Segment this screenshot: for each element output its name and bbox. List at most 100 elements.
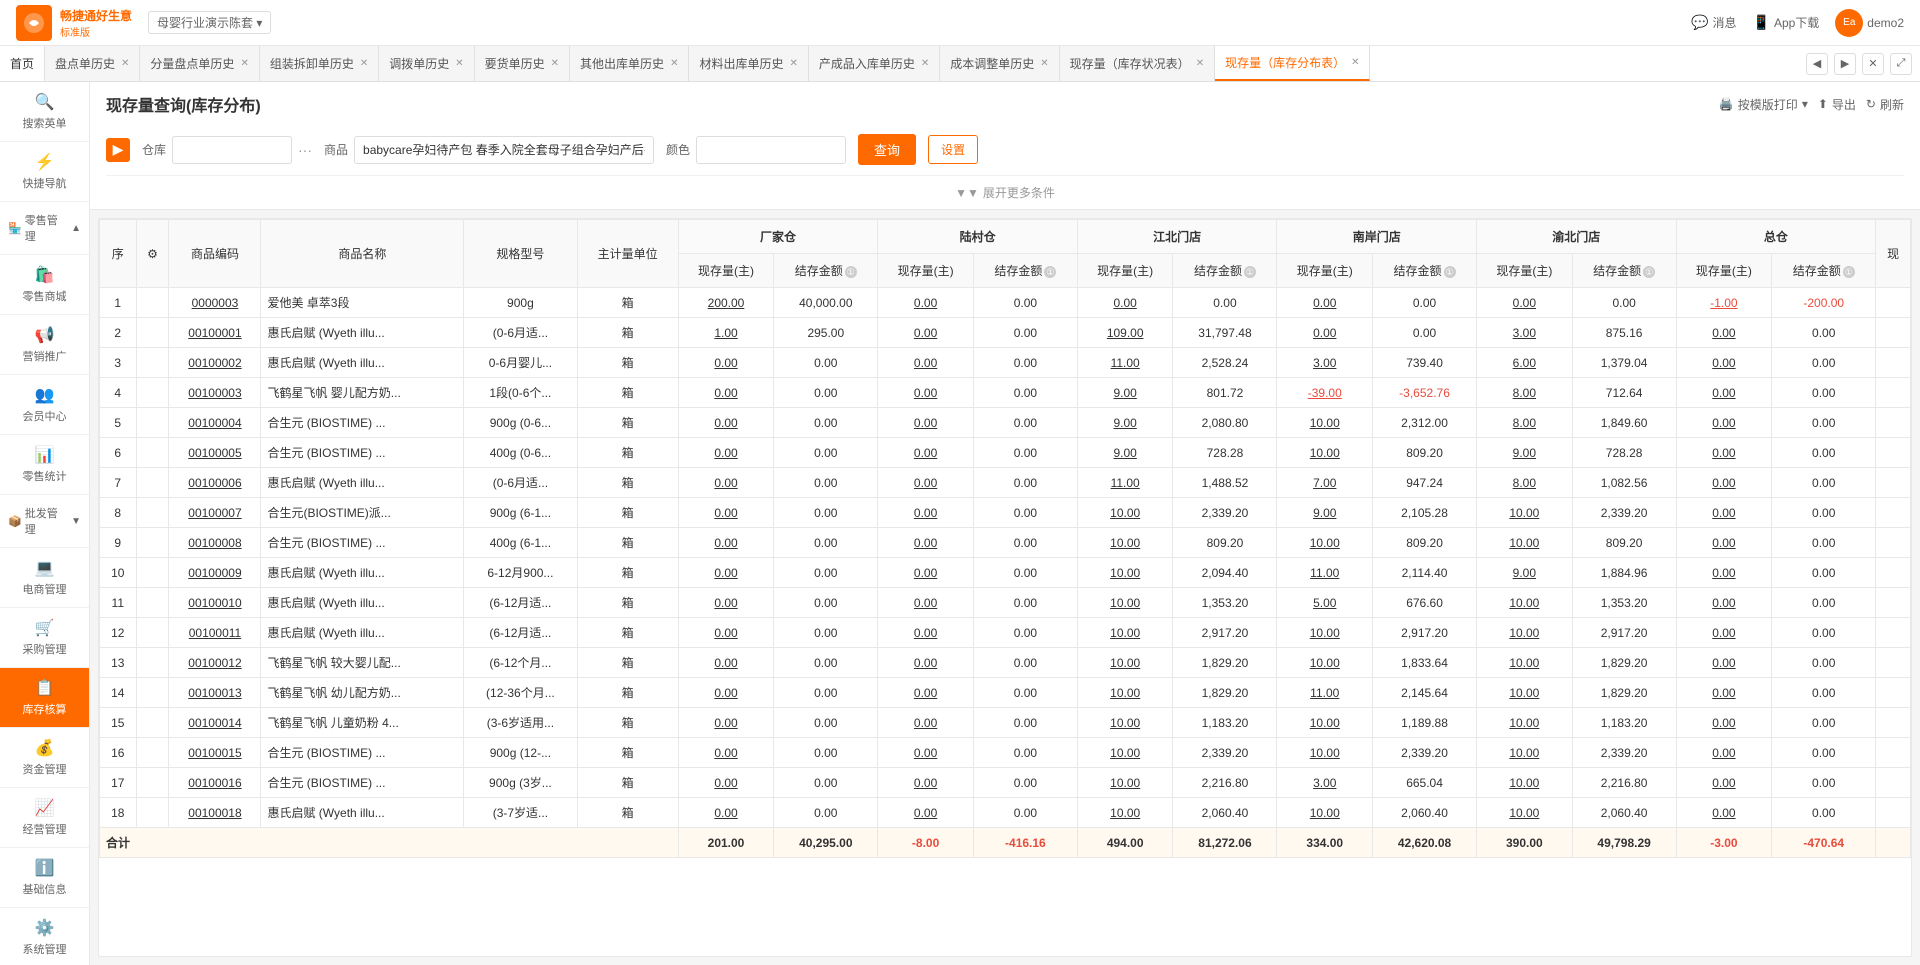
tab-close[interactable]: ✕: [551, 58, 559, 69]
cell-yb-qty[interactable]: 10.00: [1477, 708, 1573, 738]
cell-jb-qty[interactable]: 10.00: [1077, 588, 1173, 618]
info-icon-na[interactable]: ①: [1444, 266, 1456, 278]
cell-jb-qty[interactable]: 10.00: [1077, 618, 1173, 648]
table-container[interactable]: 序 ⚙ 商品编码 商品名称 规格型号 主计量单位 厂家仓 陆村仓 江北门店 南岸…: [98, 218, 1912, 957]
tab-6[interactable]: 其他出库单历史 ✕: [570, 46, 689, 81]
tab-prev-btn[interactable]: ◀: [1806, 53, 1828, 75]
cell-na-qty[interactable]: -39.00: [1277, 378, 1373, 408]
cell-lc-qty[interactable]: 0.00: [878, 648, 974, 678]
cell-yb-qty[interactable]: 3.00: [1477, 318, 1573, 348]
cell-code[interactable]: 00100016: [169, 768, 261, 798]
cell-yb-qty[interactable]: 8.00: [1477, 468, 1573, 498]
cell-cj-qty[interactable]: 0.00: [678, 438, 774, 468]
cell-na-qty[interactable]: 0.00: [1277, 318, 1373, 348]
cell-total-qty[interactable]: 0.00: [1676, 768, 1772, 798]
tab-close[interactable]: ✕: [1040, 58, 1048, 69]
cell-code[interactable]: 00100014: [169, 708, 261, 738]
tab-10[interactable]: 现存量（库存状况表） ✕: [1060, 46, 1215, 81]
tab-close-active[interactable]: ✕: [1351, 57, 1359, 68]
cell-jb-qty[interactable]: 10.00: [1077, 738, 1173, 768]
cell-lc-qty[interactable]: 0.00: [878, 378, 974, 408]
cell-cj-qty[interactable]: 0.00: [678, 528, 774, 558]
print-btn[interactable]: 🖨️ 按模版打印 ▾: [1719, 96, 1808, 113]
cell-code[interactable]: 00100015: [169, 738, 261, 768]
th-settings[interactable]: ⚙: [136, 220, 169, 288]
cell-code[interactable]: 00100018: [169, 798, 261, 828]
tab-close[interactable]: ✕: [121, 58, 129, 69]
cell-total-qty[interactable]: 0.00: [1676, 408, 1772, 438]
cell-lc-qty[interactable]: 0.00: [878, 558, 974, 588]
cell-code[interactable]: 00100002: [169, 348, 261, 378]
cell-yb-qty[interactable]: 10.00: [1477, 618, 1573, 648]
tab-next-btn[interactable]: ▶: [1834, 53, 1856, 75]
tab-3[interactable]: 组装拆卸单历史 ✕: [260, 46, 379, 81]
cell-yb-qty[interactable]: 8.00: [1477, 378, 1573, 408]
sidebar-item-members[interactable]: 👥 会员中心: [0, 375, 89, 435]
cell-total-qty[interactable]: 0.00: [1676, 498, 1772, 528]
cell-lc-qty[interactable]: 0.00: [878, 288, 974, 318]
cell-code[interactable]: 00100005: [169, 438, 261, 468]
cell-na-qty[interactable]: 9.00: [1277, 498, 1373, 528]
cell-cj-qty[interactable]: 0.00: [678, 468, 774, 498]
cell-na-qty[interactable]: 10.00: [1277, 438, 1373, 468]
cell-code[interactable]: 00100006: [169, 468, 261, 498]
sidebar-item-purchase[interactable]: 🛒 采购管理: [0, 608, 89, 668]
cell-yb-qty[interactable]: 10.00: [1477, 678, 1573, 708]
sidebar-item-marketing[interactable]: 📢 营销推广: [0, 315, 89, 375]
message-btn[interactable]: 💬 消息: [1691, 14, 1736, 31]
sidebar-item-system[interactable]: ⚙️ 系统管理: [0, 908, 89, 965]
tab-expand-btn[interactable]: ⤢: [1890, 53, 1912, 75]
sidebar-item-inventory[interactable]: 📋 库存核算: [0, 668, 89, 728]
cell-cj-qty[interactable]: 200.00: [678, 288, 774, 318]
sidebar-item-mall[interactable]: 🛍️ 零售商城: [0, 255, 89, 315]
cell-cj-qty[interactable]: 0.00: [678, 738, 774, 768]
cell-cj-qty[interactable]: 1.00: [678, 318, 774, 348]
cell-cj-qty[interactable]: 0.00: [678, 348, 774, 378]
tab-2[interactable]: 分量盘点单历史 ✕: [140, 46, 259, 81]
cell-jb-qty[interactable]: 0.00: [1077, 288, 1173, 318]
sidebar-item-retail-stats[interactable]: 📊 零售统计: [0, 435, 89, 495]
cell-cj-qty[interactable]: 0.00: [678, 558, 774, 588]
cell-yb-qty[interactable]: 10.00: [1477, 648, 1573, 678]
info-icon-yb[interactable]: ①: [1643, 266, 1655, 278]
cell-lc-qty[interactable]: 0.00: [878, 678, 974, 708]
tab-1[interactable]: 盘点单历史 ✕: [45, 46, 140, 81]
expand-conditions-btn[interactable]: ▼▼ 展开更多条件: [947, 180, 1063, 205]
sidebar-item-operations[interactable]: 📈 经营管理: [0, 788, 89, 848]
export-btn[interactable]: ⬆ 导出: [1818, 96, 1856, 113]
cell-total-qty[interactable]: 0.00: [1676, 588, 1772, 618]
cell-jb-qty[interactable]: 9.00: [1077, 408, 1173, 438]
tab-close[interactable]: ✕: [240, 58, 248, 69]
cell-lc-qty[interactable]: 0.00: [878, 408, 974, 438]
cell-total-qty[interactable]: 0.00: [1676, 648, 1772, 678]
cell-lc-qty[interactable]: 0.00: [878, 588, 974, 618]
sidebar-item-retail-mgmt[interactable]: 🏪 零售管理 ▲: [0, 202, 89, 255]
cell-code[interactable]: 00100008: [169, 528, 261, 558]
tab-close[interactable]: ✕: [789, 58, 797, 69]
tab-11-active[interactable]: 现存量（库存分布表） ✕: [1215, 46, 1370, 81]
cell-lc-qty[interactable]: 0.00: [878, 438, 974, 468]
tab-8[interactable]: 产成品入库单历史 ✕: [809, 46, 940, 81]
cell-total-qty[interactable]: 0.00: [1676, 378, 1772, 408]
cell-code[interactable]: 00100007: [169, 498, 261, 528]
cell-na-qty[interactable]: 10.00: [1277, 708, 1373, 738]
info-icon-lc[interactable]: ①: [1044, 266, 1056, 278]
cell-code[interactable]: 00100010: [169, 588, 261, 618]
cell-yb-qty[interactable]: 10.00: [1477, 528, 1573, 558]
cell-na-qty[interactable]: 10.00: [1277, 798, 1373, 828]
cell-total-qty[interactable]: 0.00: [1676, 678, 1772, 708]
cell-lc-qty[interactable]: 0.00: [878, 768, 974, 798]
cell-na-qty[interactable]: 11.00: [1277, 558, 1373, 588]
cell-na-qty[interactable]: 10.00: [1277, 408, 1373, 438]
cell-total-qty[interactable]: 0.00: [1676, 708, 1772, 738]
cell-code[interactable]: 00100003: [169, 378, 261, 408]
cell-cj-qty[interactable]: 0.00: [678, 768, 774, 798]
cell-code[interactable]: 00100011: [169, 618, 261, 648]
search-btn[interactable]: 查询: [858, 134, 916, 165]
cell-cj-qty[interactable]: 0.00: [678, 798, 774, 828]
cell-total-qty[interactable]: 0.00: [1676, 438, 1772, 468]
cell-total-qty[interactable]: -1.00: [1676, 288, 1772, 318]
tab-4[interactable]: 调拨单历史 ✕: [379, 46, 474, 81]
cell-cj-qty[interactable]: 0.00: [678, 648, 774, 678]
sidebar-item-finance[interactable]: 💰 资金管理: [0, 728, 89, 788]
